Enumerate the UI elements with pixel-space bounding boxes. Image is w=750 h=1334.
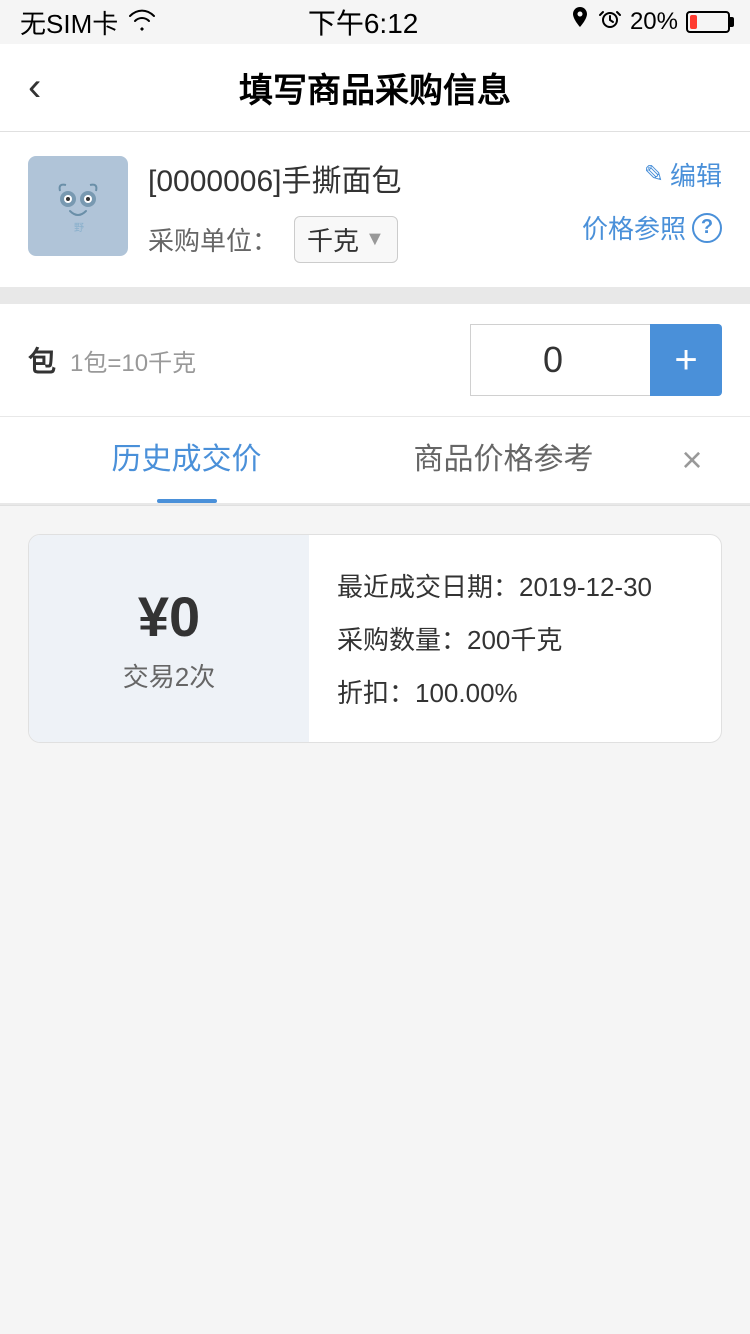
recent-date-row: 最近成交日期：2019-12-30 <box>337 567 693 604</box>
alarm-icon <box>598 7 622 38</box>
close-icon: × <box>681 439 702 481</box>
tab-history[interactable]: 历史成交价 <box>28 417 345 503</box>
tab-close-button[interactable]: × <box>662 430 722 490</box>
back-button[interactable]: ‹ <box>28 65 41 110</box>
unit-select[interactable]: 千克 ▼ <box>294 216 398 263</box>
discount-label: 折扣： <box>337 678 415 708</box>
battery-percent: 20% <box>630 8 678 36</box>
quantity-row: 包 1包=10千克 + <box>0 304 750 417</box>
quantity-hint: 1包=10千克 <box>70 343 196 378</box>
edit-icon: ✎ <box>644 160 664 189</box>
status-bar: 无SIM卡 下午6:12 20% <box>0 0 750 44</box>
wifi-icon <box>128 7 156 38</box>
product-image: 野 <box>28 156 128 256</box>
tab-reference[interactable]: 商品价格参考 <box>345 417 662 503</box>
unit-value: 千克 <box>307 221 359 258</box>
product-logo-icon: 野 <box>48 173 108 240</box>
edit-label: 编辑 <box>670 156 722 193</box>
product-actions: ✎ 编辑 价格参照 ? <box>582 156 722 246</box>
currency-symbol: ¥ <box>138 585 169 648</box>
purchase-qty-label: 采购数量： <box>337 625 467 655</box>
tab-history-label: 历史成交价 <box>112 434 262 486</box>
tab-reference-label: 商品价格参考 <box>414 434 594 486</box>
product-name: [0000006]手撕面包 <box>148 156 582 200</box>
svg-text:野: 野 <box>74 222 84 233</box>
quantity-unit-label: 包 <box>28 340 56 380</box>
section-divider <box>0 288 750 304</box>
price-details: 最近成交日期：2019-12-30 采购数量：200千克 折扣：100.00% <box>309 535 721 742</box>
network-label: 无SIM卡 <box>20 4 118 41</box>
price-ref-label: 价格参照 <box>582 209 686 246</box>
nav-bar: ‹ 填写商品采购信息 <box>0 44 750 132</box>
price-value: 0 <box>169 585 200 648</box>
unit-label-text: 采购单位： <box>148 221 278 258</box>
main-content: ¥0 交易2次 最近成交日期：2019-12-30 采购数量：200千克 折扣：… <box>0 506 750 1106</box>
location-icon <box>570 7 590 38</box>
status-right: 20% <box>570 7 730 38</box>
tab-active-indicator <box>157 499 217 503</box>
product-details: [0000006]手撕面包 采购单位： 千克 ▼ <box>148 156 582 263</box>
trades-count: 交易2次 <box>123 657 215 694</box>
edit-button[interactable]: ✎ 编辑 <box>644 156 722 193</box>
help-icon: ? <box>692 213 722 243</box>
page-title: 填写商品采购信息 <box>239 63 511 112</box>
tab-bar: 历史成交价 商品价格参考 × <box>0 417 750 505</box>
tab-section: 历史成交价 商品价格参考 × <box>0 417 750 506</box>
plus-icon: + <box>674 338 697 383</box>
purchase-qty-row: 采购数量：200千克 <box>337 620 693 657</box>
quantity-controls: + <box>470 324 722 396</box>
price-card: ¥0 交易2次 最近成交日期：2019-12-30 采购数量：200千克 折扣：… <box>28 534 722 743</box>
status-left: 无SIM卡 <box>20 4 156 41</box>
price-amount: ¥0 <box>138 584 200 649</box>
quantity-input[interactable] <box>470 324 650 396</box>
purchase-qty-value: 200千克 <box>467 625 562 655</box>
recent-date-value: 2019-12-30 <box>519 572 652 602</box>
price-reference-button[interactable]: 价格参照 ? <box>582 209 722 246</box>
recent-date-label: 最近成交日期： <box>337 572 519 602</box>
price-summary: ¥0 交易2次 <box>29 535 309 742</box>
unit-arrow-icon: ▼ <box>365 228 385 251</box>
product-unit-row: 采购单位： 千克 ▼ <box>148 216 582 263</box>
product-card: 野 [0000006]手撕面包 采购单位： 千克 ▼ ✎ 编辑 <box>0 132 750 288</box>
quantity-plus-button[interactable]: + <box>650 324 722 396</box>
history-content: ¥0 交易2次 最近成交日期：2019-12-30 采购数量：200千克 折扣：… <box>0 506 750 771</box>
discount-row: 折扣：100.00% <box>337 673 693 710</box>
quantity-info: 包 1包=10千克 <box>28 340 196 380</box>
time-label: 下午6:12 <box>308 2 419 42</box>
product-info-left: 野 [0000006]手撕面包 采购单位： 千克 ▼ <box>28 156 582 263</box>
battery-icon <box>686 11 730 33</box>
discount-value: 100.00% <box>415 678 518 708</box>
